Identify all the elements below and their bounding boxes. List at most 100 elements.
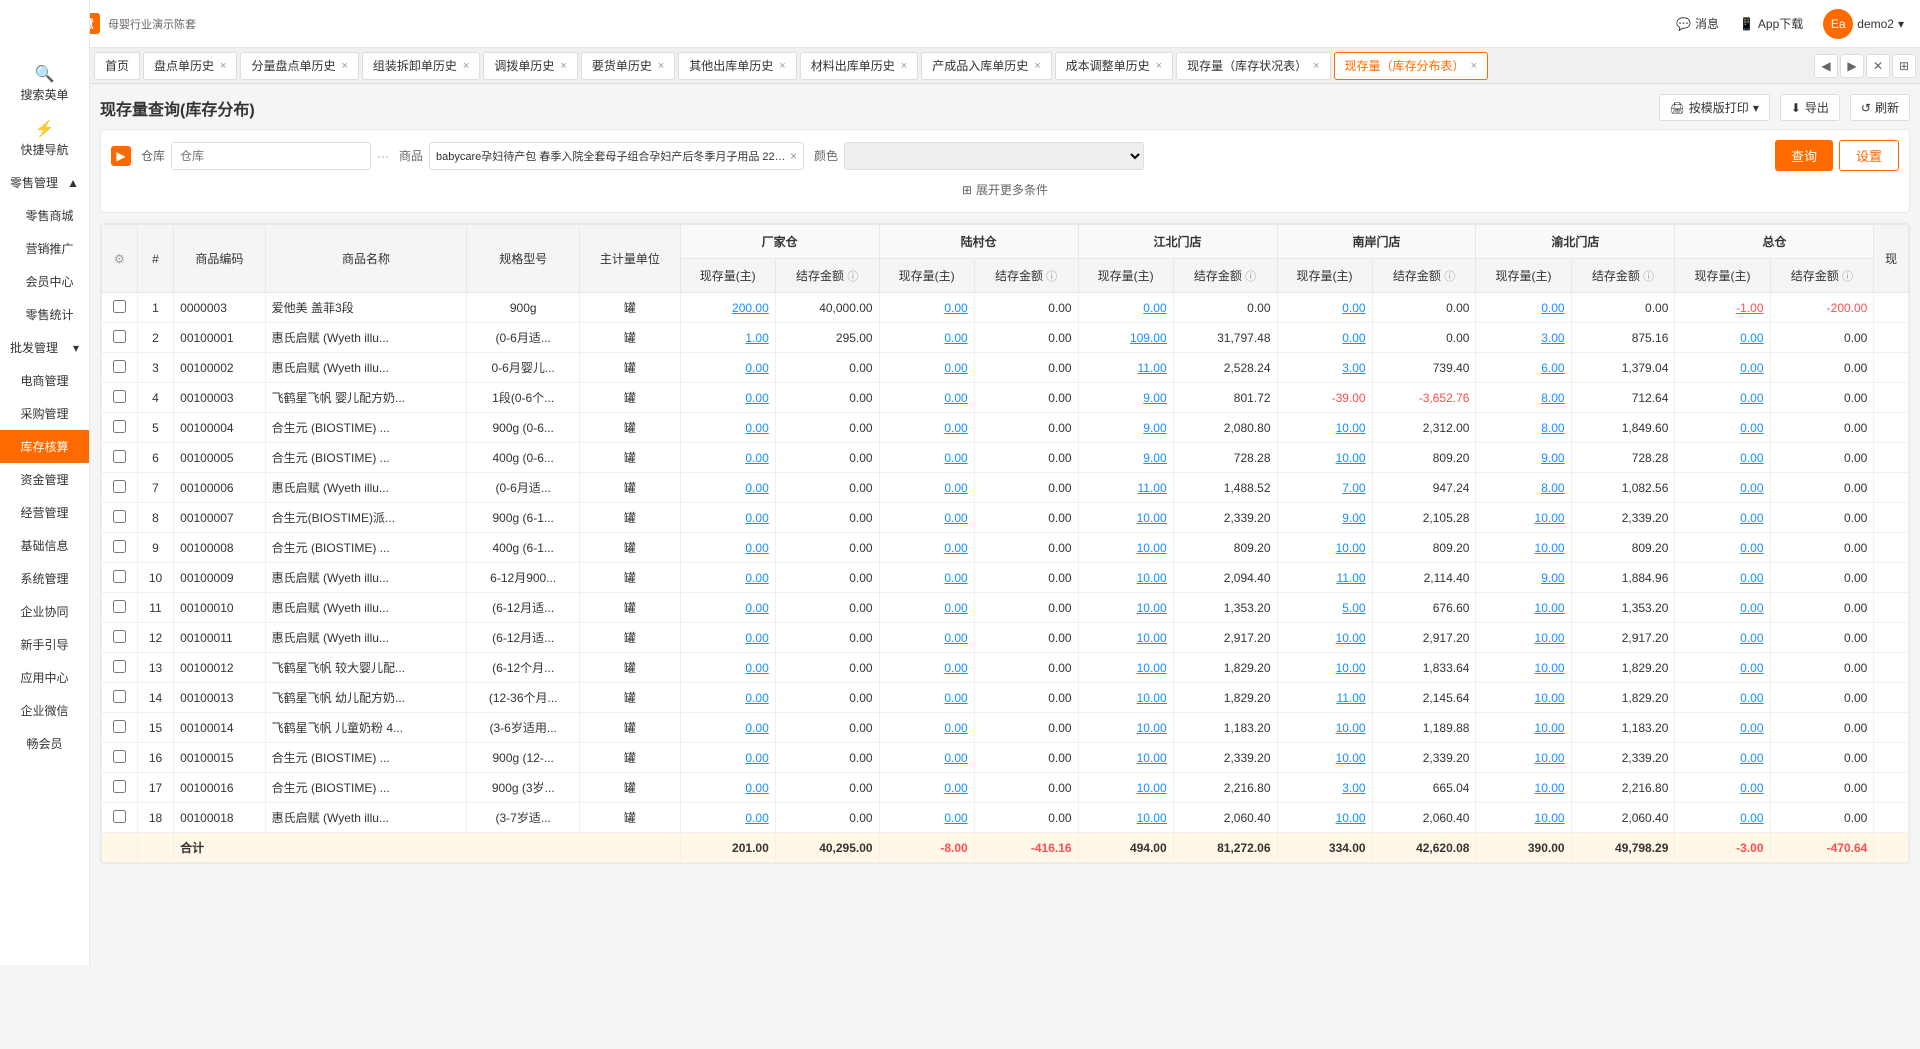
sidebar-item-operations[interactable]: 经营管理 bbox=[0, 496, 89, 529]
tab-transfer[interactable]: 调拨单历史 × bbox=[483, 52, 577, 80]
td-checkbox[interactable] bbox=[102, 503, 138, 533]
yb-amt-info-icon[interactable]: ⓘ bbox=[1643, 271, 1654, 283]
tab-close-transfer[interactable]: × bbox=[560, 60, 566, 72]
td-checkbox[interactable] bbox=[102, 713, 138, 743]
sidebar-item-member[interactable]: 会员中心 bbox=[0, 265, 89, 298]
refresh-btn[interactable]: ↺ 刷新 bbox=[1850, 94, 1910, 121]
gear-icon[interactable]: ⚙ bbox=[114, 252, 125, 266]
td-checkbox[interactable] bbox=[102, 353, 138, 383]
tab-split-point[interactable]: 分量盘点单历史 × bbox=[240, 52, 358, 80]
tab-inventory-single[interactable]: 盘点单历史 × bbox=[143, 52, 237, 80]
td-checkbox[interactable] bbox=[102, 593, 138, 623]
sidebar-item-wholesale[interactable]: 批发管理 ▾ bbox=[0, 331, 89, 364]
warehouse-dots[interactable]: ··· bbox=[377, 149, 389, 163]
row-checkbox[interactable] bbox=[113, 810, 126, 823]
sidebar-item-newbie[interactable]: 新手引导 bbox=[0, 628, 89, 661]
tab-close-all-btn[interactable]: ✕ bbox=[1866, 54, 1890, 78]
sidebar-item-basic[interactable]: 基础信息 bbox=[0, 529, 89, 562]
tab-close-stock-dist[interactable]: × bbox=[1471, 60, 1477, 72]
print-btn[interactable]: 🖨 按模版打印 ▾ bbox=[1659, 94, 1770, 121]
tab-product-in[interactable]: 产成品入库单历史 × bbox=[921, 52, 1051, 80]
tab-next-btn[interactable]: ▶ bbox=[1840, 54, 1864, 78]
settings-btn[interactable]: 设置 bbox=[1839, 140, 1899, 171]
row-checkbox[interactable] bbox=[113, 540, 126, 553]
sidebar-item-system[interactable]: 系统管理 bbox=[0, 562, 89, 595]
product-tag[interactable]: babycare孕妇待产包 春季入院全套母子组合孕妇产后冬季月子用品 22件套 … bbox=[429, 142, 804, 170]
message-btn[interactable]: 💬 消息 bbox=[1676, 15, 1719, 32]
collapse-arrow[interactable]: ▶ bbox=[111, 146, 131, 166]
sidebar-item-member2[interactable]: 畅会员 bbox=[0, 727, 89, 760]
l-amt-info-icon[interactable]: ⓘ bbox=[1046, 271, 1057, 283]
sidebar-item-retail-stat[interactable]: 零售统计 bbox=[0, 298, 89, 331]
tab-close-other-out[interactable]: × bbox=[779, 60, 785, 72]
sidebar-item-app-center[interactable]: 应用中心 bbox=[0, 661, 89, 694]
td-checkbox[interactable] bbox=[102, 623, 138, 653]
td-checkbox[interactable] bbox=[102, 803, 138, 833]
tab-stock-dist[interactable]: 现存量（库存分布表） × bbox=[1334, 52, 1488, 80]
td-checkbox[interactable] bbox=[102, 743, 138, 773]
tab-close-split-point[interactable]: × bbox=[341, 60, 347, 72]
f-amt-info-icon[interactable]: ⓘ bbox=[847, 271, 858, 283]
tab-close-inventory-single[interactable]: × bbox=[220, 60, 226, 72]
tab-requisition[interactable]: 要货单历史 × bbox=[581, 52, 675, 80]
td-checkbox[interactable] bbox=[102, 443, 138, 473]
row-checkbox[interactable] bbox=[113, 360, 126, 373]
sidebar-item-ecommerce[interactable]: 电商管理 bbox=[0, 364, 89, 397]
user-menu[interactable]: Ea demo2 ▾ bbox=[1823, 9, 1904, 39]
row-checkbox[interactable] bbox=[113, 750, 126, 763]
td-checkbox[interactable] bbox=[102, 323, 138, 353]
td-checkbox[interactable] bbox=[102, 533, 138, 563]
sidebar-item-quicknav[interactable]: ⚡ 快捷导航 bbox=[0, 111, 89, 166]
warehouse-input[interactable] bbox=[171, 142, 371, 170]
row-checkbox[interactable] bbox=[113, 660, 126, 673]
tab-close-requisition[interactable]: × bbox=[658, 60, 664, 72]
tab-prev-btn[interactable]: ◀ bbox=[1814, 54, 1838, 78]
sidebar-item-marketing[interactable]: 营销推广 bbox=[0, 232, 89, 265]
sidebar-item-retail[interactable]: 零售管理 ▲ bbox=[0, 166, 89, 199]
sidebar-item-purchase[interactable]: 采购管理 bbox=[0, 397, 89, 430]
tab-other-out[interactable]: 其他出库单历史 × bbox=[678, 52, 796, 80]
td-checkbox[interactable] bbox=[102, 563, 138, 593]
th-gear[interactable]: ⚙ bbox=[102, 225, 138, 293]
td-checkbox[interactable] bbox=[102, 653, 138, 683]
export-btn[interactable]: ⬇ 导出 bbox=[1780, 94, 1840, 121]
color-select[interactable] bbox=[844, 142, 1144, 170]
row-checkbox[interactable] bbox=[113, 600, 126, 613]
row-checkbox[interactable] bbox=[113, 420, 126, 433]
row-checkbox[interactable] bbox=[113, 330, 126, 343]
tab-expand-btn[interactable]: ⊞ bbox=[1892, 54, 1916, 78]
sidebar-item-finance[interactable]: 资金管理 bbox=[0, 463, 89, 496]
sidebar-item-enterprise-wechat[interactable]: 企业微信 bbox=[0, 694, 89, 727]
row-checkbox[interactable] bbox=[113, 780, 126, 793]
tab-close-assemble[interactable]: × bbox=[463, 60, 469, 72]
td-checkbox[interactable] bbox=[102, 773, 138, 803]
tab-close-stock-status[interactable]: × bbox=[1313, 60, 1319, 72]
tab-material-out[interactable]: 材料出库单历史 × bbox=[800, 52, 918, 80]
tab-close-material-out[interactable]: × bbox=[901, 60, 907, 72]
row-checkbox[interactable] bbox=[113, 690, 126, 703]
row-checkbox[interactable] bbox=[113, 720, 126, 733]
jb-amt-info-icon[interactable]: ⓘ bbox=[1245, 271, 1256, 283]
tab-stock-status[interactable]: 现存量（库存状况表） × bbox=[1176, 52, 1330, 80]
tab-home[interactable]: 首页 bbox=[94, 52, 140, 80]
row-checkbox[interactable] bbox=[113, 390, 126, 403]
sidebar-item-inventory[interactable]: 库存核算 bbox=[0, 430, 89, 463]
td-checkbox[interactable] bbox=[102, 293, 138, 323]
tab-assemble[interactable]: 组装拆卸单历史 × bbox=[362, 52, 480, 80]
expand-conditions[interactable]: ⊞ 展开更多条件 bbox=[111, 177, 1899, 202]
row-checkbox[interactable] bbox=[113, 480, 126, 493]
td-checkbox[interactable] bbox=[102, 473, 138, 503]
sidebar-item-retail-store[interactable]: 零售商城 bbox=[0, 199, 89, 232]
td-checkbox[interactable] bbox=[102, 383, 138, 413]
row-checkbox[interactable] bbox=[113, 510, 126, 523]
query-btn[interactable]: 查询 bbox=[1775, 140, 1833, 171]
row-checkbox[interactable] bbox=[113, 300, 126, 313]
td-checkbox[interactable] bbox=[102, 683, 138, 713]
t-amt-info-icon[interactable]: ⓘ bbox=[1842, 271, 1853, 283]
tab-cost-adjust[interactable]: 成本调整单历史 × bbox=[1055, 52, 1173, 80]
na-amt-info-icon[interactable]: ⓘ bbox=[1444, 271, 1455, 283]
row-checkbox[interactable] bbox=[113, 570, 126, 583]
td-checkbox[interactable] bbox=[102, 413, 138, 443]
app-download-btn[interactable]: 📱 App下载 bbox=[1739, 15, 1803, 32]
sidebar-item-enterprise-coop[interactable]: 企业协同 bbox=[0, 595, 89, 628]
